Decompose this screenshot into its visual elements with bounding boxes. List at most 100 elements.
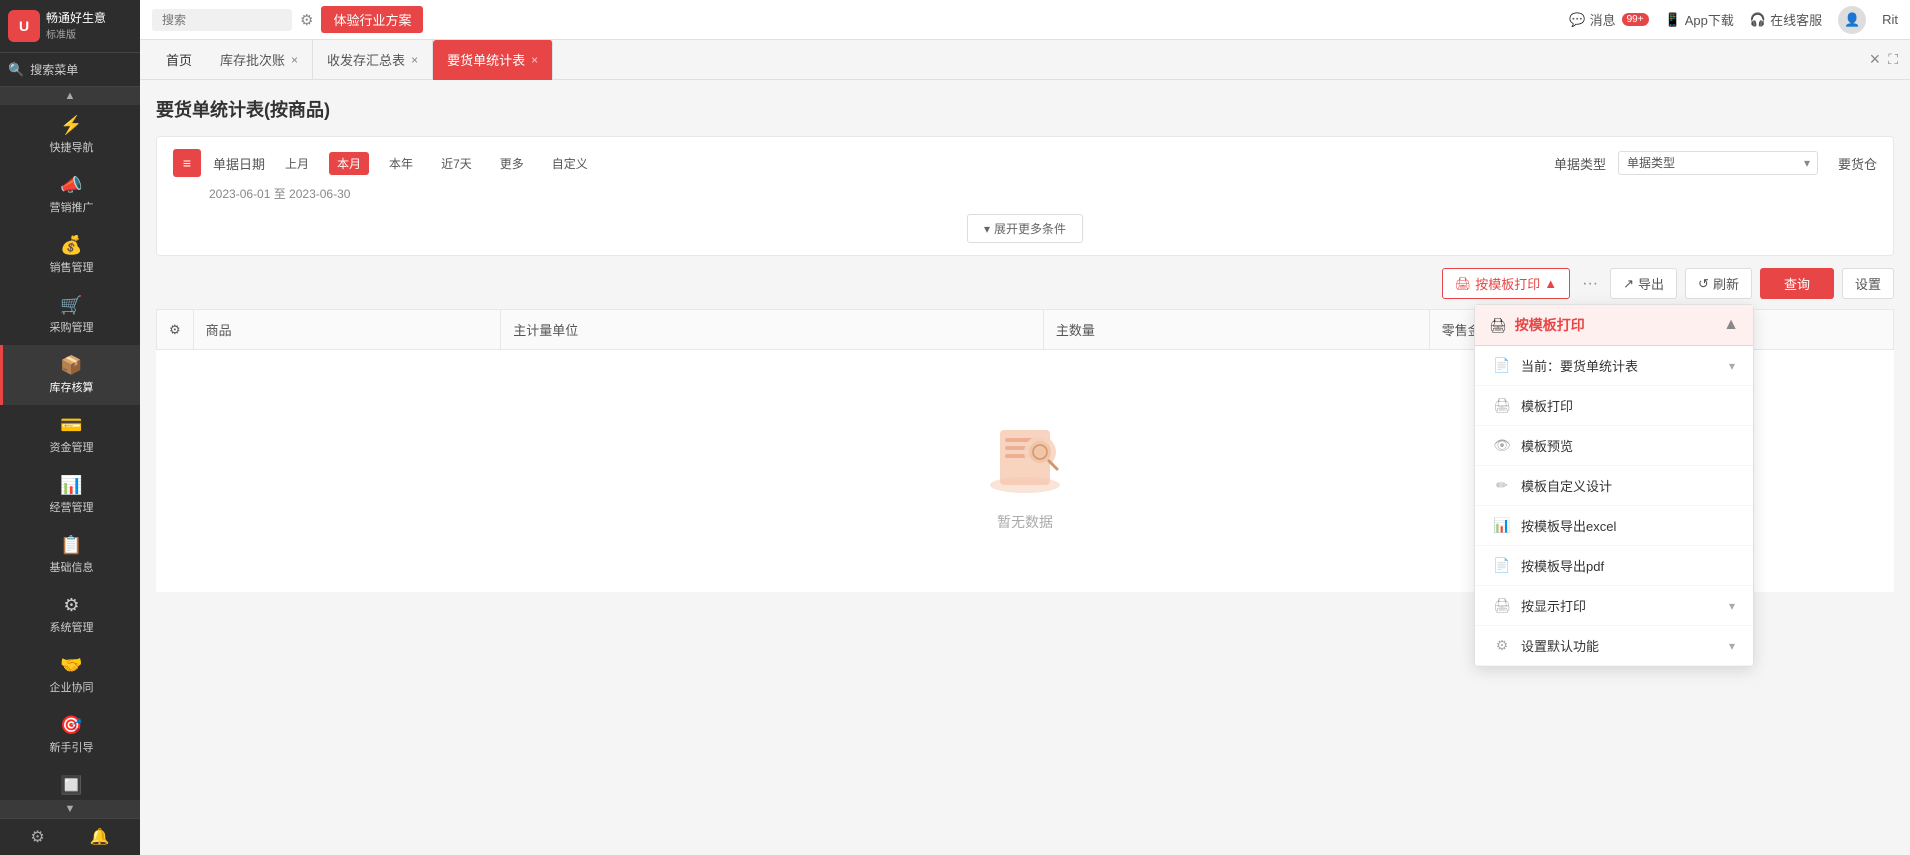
app-download-icon: 📱 xyxy=(1665,12,1681,28)
date-btn-more[interactable]: 更多 xyxy=(492,152,532,175)
sidebar-item-label: 系统管理 xyxy=(50,619,94,635)
sidebar-scroll-up[interactable]: ▲ xyxy=(0,87,140,105)
app-logo-text: 畅通好生意 标准版 xyxy=(46,11,106,42)
print-template-btn[interactable]: 🖨 按模板打印 ▲ xyxy=(1442,268,1570,299)
expand-more-btn[interactable]: ▾ 展开更多条件 xyxy=(967,214,1083,243)
sidebar-item-label: 资金管理 xyxy=(50,439,94,455)
empty-state-illustration xyxy=(975,410,1075,500)
export-btn[interactable]: ↗ 导出 xyxy=(1610,268,1677,299)
refresh-btn[interactable]: ↺ 刷新 xyxy=(1685,268,1752,299)
tab-receipt-summary[interactable]: 收发存汇总表 × xyxy=(313,40,433,80)
query-btn[interactable]: 查询 xyxy=(1760,268,1834,299)
customer-service-btn[interactable]: 🎧 在线客服 xyxy=(1750,10,1822,29)
export-icon: ↗ xyxy=(1623,276,1634,292)
sidebar-item-system[interactable]: ⚙ 系统管理 xyxy=(0,585,140,645)
print-dropdown-template-print[interactable]: 🖨 模板打印 xyxy=(1475,386,1753,426)
sidebar-item-sales[interactable]: 💰 销售管理 xyxy=(0,225,140,285)
sidebar-sound-btn[interactable]: 🔔 xyxy=(90,827,110,847)
sidebar-item-label: 营销推广 xyxy=(50,199,94,215)
print-dropdown-display-print[interactable]: 🖨 按显示打印 ▾ xyxy=(1475,586,1753,626)
tab-expand-btn[interactable]: ⛶ xyxy=(1888,51,1898,68)
notifications-badge: 99+ xyxy=(1622,13,1649,26)
table-col-unit: 主计量单位 xyxy=(501,310,1044,350)
refresh-icon: ↺ xyxy=(1698,276,1709,292)
sidebar-item-label: 企业协同 xyxy=(50,679,94,695)
print-dropdown-set-default[interactable]: ⚙ 设置默认功能 ▾ xyxy=(1475,626,1753,666)
sidebar-item-purchase[interactable]: 🛒 采购管理 xyxy=(0,285,140,345)
sidebar-item-marketing[interactable]: 📣 营销推广 xyxy=(0,165,140,225)
tab-close-inventory-batch[interactable]: × xyxy=(291,53,298,67)
enterprise-icon: 🤝 xyxy=(60,655,82,676)
print-dropdown-current[interactable]: 📄 当前：要货单统计表 ▾ xyxy=(1475,346,1753,386)
template-print-label: 模板打印 xyxy=(1521,396,1573,415)
app-logo-icon: U xyxy=(8,10,40,42)
print-dropdown-close-btn[interactable]: ▲ xyxy=(1723,316,1739,334)
print-dropdown-template-custom[interactable]: ✏ 模板自定义设计 xyxy=(1475,466,1753,506)
topbar-search-input[interactable] xyxy=(152,9,292,31)
more-options-btn[interactable]: ··· xyxy=(1578,271,1602,297)
date-btn-custom[interactable]: 自定义 xyxy=(544,152,596,175)
date-btn-last-month[interactable]: 上月 xyxy=(277,152,317,175)
topbar-left: ⚙ 体验行业方案 xyxy=(152,6,423,33)
user-name: Rit xyxy=(1882,12,1898,27)
order-type-select[interactable]: 单据类型 xyxy=(1618,151,1818,175)
print-dropdown-display-left: 🖨 按显示打印 xyxy=(1493,596,1586,615)
sidebar-settings-btn[interactable]: ⚙ xyxy=(30,827,44,847)
sidebar-item-guide[interactable]: 🎯 新手引导 xyxy=(0,705,140,765)
notification-icon: 💬 xyxy=(1569,12,1585,28)
toolbar: 🖨 按模板打印 ▲ ··· ↗ 导出 ↺ 刷新 查询 设置 xyxy=(156,268,1894,299)
sidebar-scroll-down[interactable]: ▼ xyxy=(0,800,140,818)
sidebar-item-finance[interactable]: 💳 资金管理 xyxy=(0,405,140,465)
sidebar-search[interactable]: 🔍 搜索菜单 xyxy=(0,53,140,87)
print-dropdown-header-icon: 🖨 xyxy=(1489,317,1507,334)
print-dropdown-template-excel[interactable]: 📊 按模板导出excel xyxy=(1475,506,1753,546)
tab-label: 库存批次账 xyxy=(220,50,285,69)
app-download-btn[interactable]: 📱 App下载 xyxy=(1665,10,1734,29)
sidebar-item-inventory[interactable]: 📦 库存核算 xyxy=(0,345,140,405)
customer-service-label: 在线客服 xyxy=(1770,10,1822,29)
sidebar-item-app-center[interactable]: 🔲 应用中心 xyxy=(0,765,140,800)
date-btn-7days[interactable]: 近7天 xyxy=(433,152,480,175)
print-dropdown-template-pdf[interactable]: 📄 按模板导出pdf xyxy=(1475,546,1753,586)
sidebar-item-label: 经营管理 xyxy=(50,499,94,515)
print-chevron-icon: ▲ xyxy=(1544,276,1557,291)
print-dropdown-header-left: 🖨 按模板打印 xyxy=(1489,315,1585,335)
display-print-label: 按显示打印 xyxy=(1521,596,1586,615)
sidebar-item-enterprise[interactable]: 🤝 企业协同 xyxy=(0,645,140,705)
purchase-icon: 🛒 xyxy=(60,295,82,316)
table-settings-btn[interactable]: 设置 xyxy=(1842,268,1894,299)
operations-icon: 📊 xyxy=(60,475,82,496)
template-print-icon: 🖨 xyxy=(1493,397,1511,414)
system-icon: ⚙ xyxy=(63,595,79,616)
main-area: ⚙ 体验行业方案 💬 消息 99+ 📱 App下载 🎧 在线客服 👤 Rit xyxy=(140,0,1910,855)
sidebar-item-label: 库存核算 xyxy=(50,379,94,395)
sidebar-logo: U 畅通好生意 标准版 xyxy=(0,0,140,53)
date-range-text: 2023-06-01 至 2023-06-30 xyxy=(209,185,350,202)
date-btn-current-year[interactable]: 本年 xyxy=(381,152,421,175)
current-template-arrow: ▾ xyxy=(1729,359,1735,373)
template-preview-label: 模板预览 xyxy=(1521,436,1573,455)
tab-close-receipt-summary[interactable]: × xyxy=(411,53,418,67)
print-dropdown-header: 🖨 按模板打印 ▲ xyxy=(1475,305,1753,346)
sidebar-item-quick-nav[interactable]: ⚡ 快捷导航 xyxy=(0,105,140,165)
user-avatar[interactable]: 👤 xyxy=(1838,6,1866,34)
sidebar-item-label: 新手引导 xyxy=(50,739,94,755)
tab-close-all-btn[interactable]: × xyxy=(1870,49,1881,70)
tab-home[interactable]: 首页 xyxy=(152,40,206,80)
tab-order-stats[interactable]: 要货单统计表 × xyxy=(433,40,553,80)
table-col-settings[interactable]: ⚙ xyxy=(157,310,194,350)
table-col-quantity: 主数量 xyxy=(1043,310,1429,350)
notifications-btn[interactable]: 💬 消息 99+ xyxy=(1569,10,1648,29)
content-area: 要货单统计表(按商品) ≡ 单据日期 上月 本月 本年 近7天 更多 自定义 单… xyxy=(140,80,1910,855)
filter-expand-icon[interactable]: ≡ xyxy=(173,149,201,177)
sidebar-item-operations[interactable]: 📊 经营管理 xyxy=(0,465,140,525)
print-dropdown-template-preview[interactable]: 👁 模板预览 xyxy=(1475,426,1753,466)
template-custom-label: 模板自定义设计 xyxy=(1521,476,1612,495)
date-btn-current-month[interactable]: 本月 xyxy=(329,152,369,175)
tab-inventory-batch[interactable]: 库存批次账 × xyxy=(206,40,313,80)
trial-button[interactable]: 体验行业方案 xyxy=(321,6,423,33)
tab-close-order-stats[interactable]: × xyxy=(531,53,538,67)
topbar-gear-icon[interactable]: ⚙ xyxy=(300,11,313,29)
sidebar-item-basic-info[interactable]: 📋 基础信息 xyxy=(0,525,140,585)
print-btn-label: 按模板打印 xyxy=(1475,274,1540,293)
